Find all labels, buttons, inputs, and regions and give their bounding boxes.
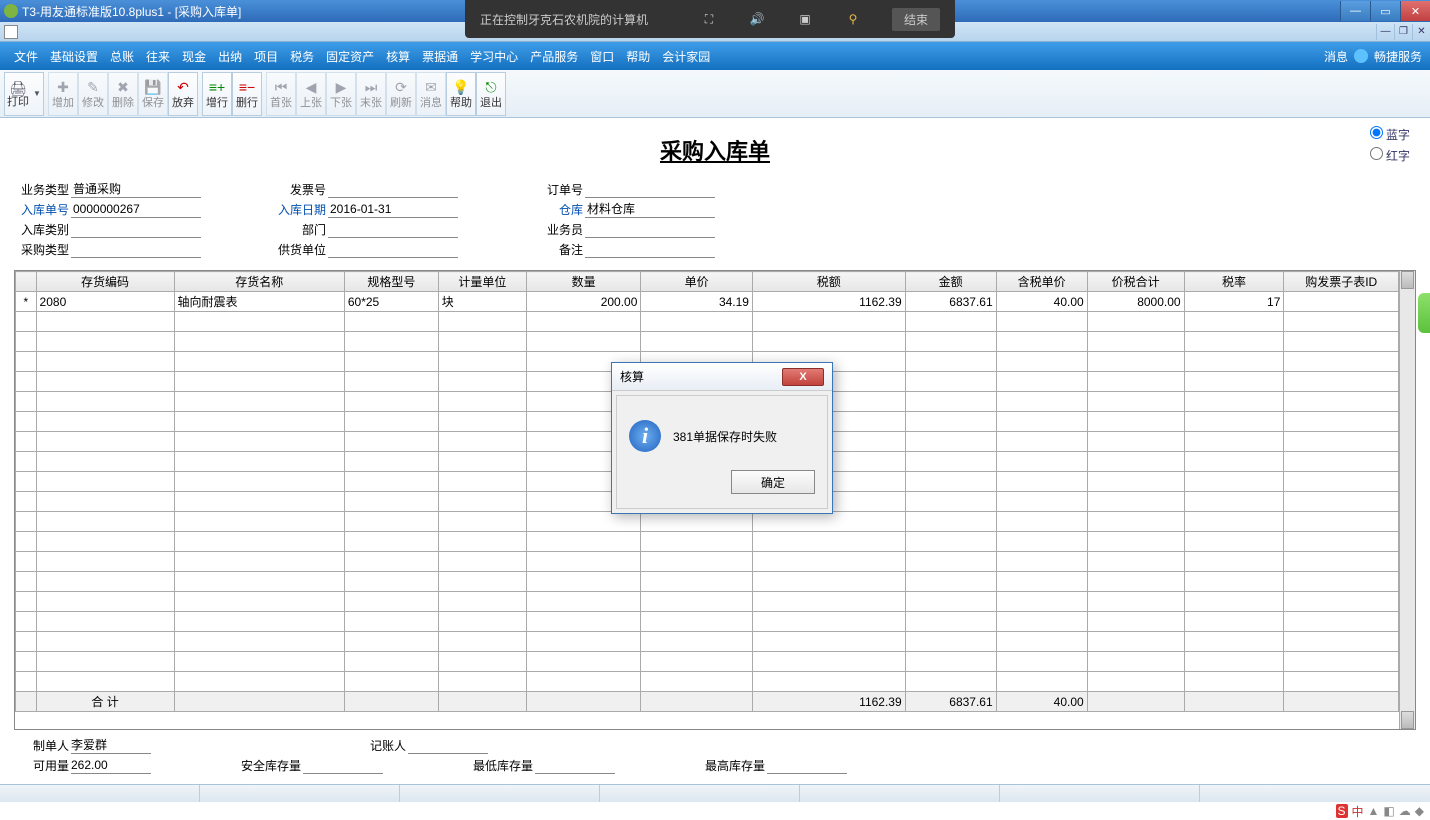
- dialog-message: 381单据保存时失败: [673, 428, 777, 445]
- dialog-overlay: 核算 X i 381单据保存时失败 确定: [0, 0, 1430, 820]
- dialog-title: 核算: [620, 368, 644, 385]
- dialog-ok-button[interactable]: 确定: [731, 470, 815, 494]
- dialog-close-button[interactable]: X: [782, 368, 824, 386]
- info-icon: i: [629, 420, 661, 452]
- error-dialog: 核算 X i 381单据保存时失败 确定: [611, 362, 833, 514]
